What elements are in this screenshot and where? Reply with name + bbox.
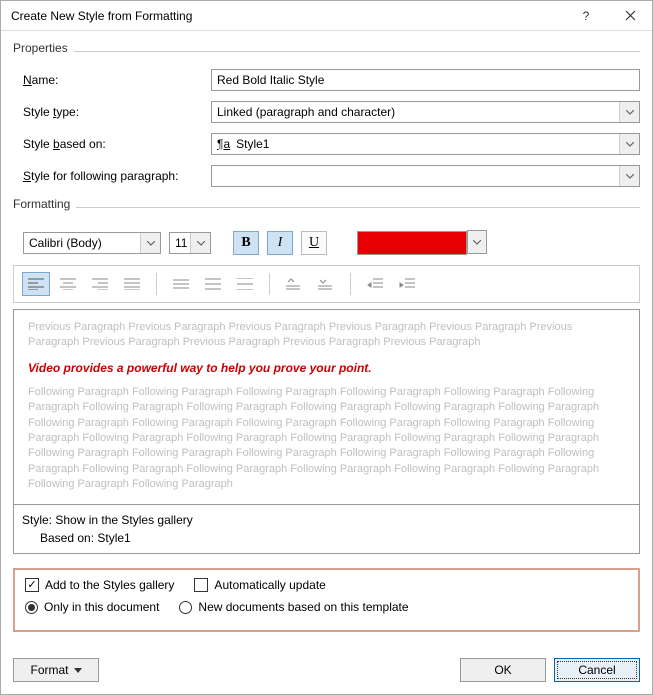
properties-group-header: Properties (13, 41, 640, 61)
based-on-value: Style1 (236, 137, 269, 151)
radio-unselected-icon (179, 601, 192, 614)
add-to-gallery-label: Add to the Styles gallery (45, 578, 174, 592)
auto-update-checkbox[interactable]: Automatically update (194, 578, 325, 592)
align-center-button[interactable] (54, 272, 82, 296)
radio-selected-icon (25, 601, 38, 614)
space-before-decrease-button[interactable] (312, 272, 340, 296)
style-desc-line2: Based on: Style1 (22, 529, 631, 547)
only-this-document-label: Only in this document (44, 600, 159, 614)
dialog-footer: Format OK Cancel (1, 658, 652, 694)
ok-button[interactable]: OK (460, 658, 546, 682)
font-color-dropdown[interactable] (467, 230, 487, 254)
space-before-increase-button[interactable] (280, 272, 308, 296)
only-this-document-radio[interactable]: Only in this document (25, 600, 159, 614)
format-button[interactable]: Format (13, 658, 99, 682)
align-justify-button[interactable] (118, 272, 146, 296)
style-type-select[interactable]: Linked (paragraph and character) (211, 101, 640, 123)
style-type-value: Linked (paragraph and character) (217, 105, 395, 119)
align-right-button[interactable] (86, 272, 114, 296)
style-desc-line1: Style: Show in the Styles gallery (22, 511, 631, 529)
underline-button[interactable]: U (301, 231, 327, 255)
font-family-value: Calibri (Body) (29, 236, 102, 250)
titlebar: Create New Style from Formatting ? (1, 1, 652, 31)
based-on-label: Style based on: (23, 137, 211, 151)
font-size-select[interactable]: 11 (169, 232, 211, 254)
preview-pane: Previous Paragraph Previous Paragraph Pr… (13, 309, 640, 505)
italic-button[interactable]: I (267, 231, 293, 255)
increase-indent-button[interactable] (393, 272, 421, 296)
paragraph-toolbar (13, 265, 640, 303)
new-documents-label: New documents based on this template (198, 600, 408, 614)
properties-label: Properties (13, 41, 68, 55)
cancel-button[interactable]: Cancel (554, 658, 640, 682)
formatting-label: Formatting (13, 197, 70, 211)
decrease-indent-button[interactable] (361, 272, 389, 296)
new-documents-radio[interactable]: New documents based on this template (179, 600, 408, 614)
align-left-button[interactable] (22, 272, 50, 296)
chevron-down-icon (619, 166, 639, 186)
style-description: Style: Show in the Styles gallery Based … (13, 505, 640, 554)
font-size-value: 11 (175, 236, 187, 250)
style-type-label: Style type: (23, 105, 211, 119)
options-highlight: ✓ Add to the Styles gallery Automaticall… (13, 568, 640, 632)
line-spacing-15-button[interactable] (199, 272, 227, 296)
line-spacing-1-button[interactable] (167, 272, 195, 296)
line-spacing-2-button[interactable] (231, 272, 259, 296)
checkbox-unchecked-icon (194, 578, 208, 592)
preview-previous-text: Previous Paragraph Previous Paragraph Pr… (28, 320, 625, 351)
checkbox-checked-icon: ✓ (25, 578, 39, 592)
name-input[interactable] (211, 69, 640, 91)
dialog-title: Create New Style from Formatting (11, 9, 564, 23)
paragraph-icon: ¶a (217, 137, 230, 151)
close-button[interactable] (608, 1, 652, 31)
chevron-down-icon (619, 134, 639, 154)
close-icon (625, 10, 636, 21)
following-para-label: Style for following paragraph: (23, 169, 211, 183)
preview-sample-text: Video provides a powerful way to help yo… (28, 361, 625, 375)
based-on-select[interactable]: ¶a Style1 (211, 133, 640, 155)
font-color-swatch[interactable] (357, 231, 467, 255)
help-button[interactable]: ? (564, 1, 608, 31)
bold-button[interactable]: B (233, 231, 259, 255)
auto-update-label: Automatically update (214, 578, 325, 592)
preview-following-text: Following Paragraph Following Paragraph … (28, 385, 625, 493)
chevron-down-icon (619, 102, 639, 122)
add-to-gallery-checkbox[interactable]: ✓ Add to the Styles gallery (25, 578, 174, 592)
font-family-select[interactable]: Calibri (Body) (23, 232, 161, 254)
chevron-down-icon (140, 233, 160, 253)
following-para-select[interactable] (211, 165, 640, 187)
name-label: Name: (23, 73, 211, 87)
formatting-group-header: Formatting (13, 197, 640, 217)
chevron-down-icon (190, 233, 210, 253)
